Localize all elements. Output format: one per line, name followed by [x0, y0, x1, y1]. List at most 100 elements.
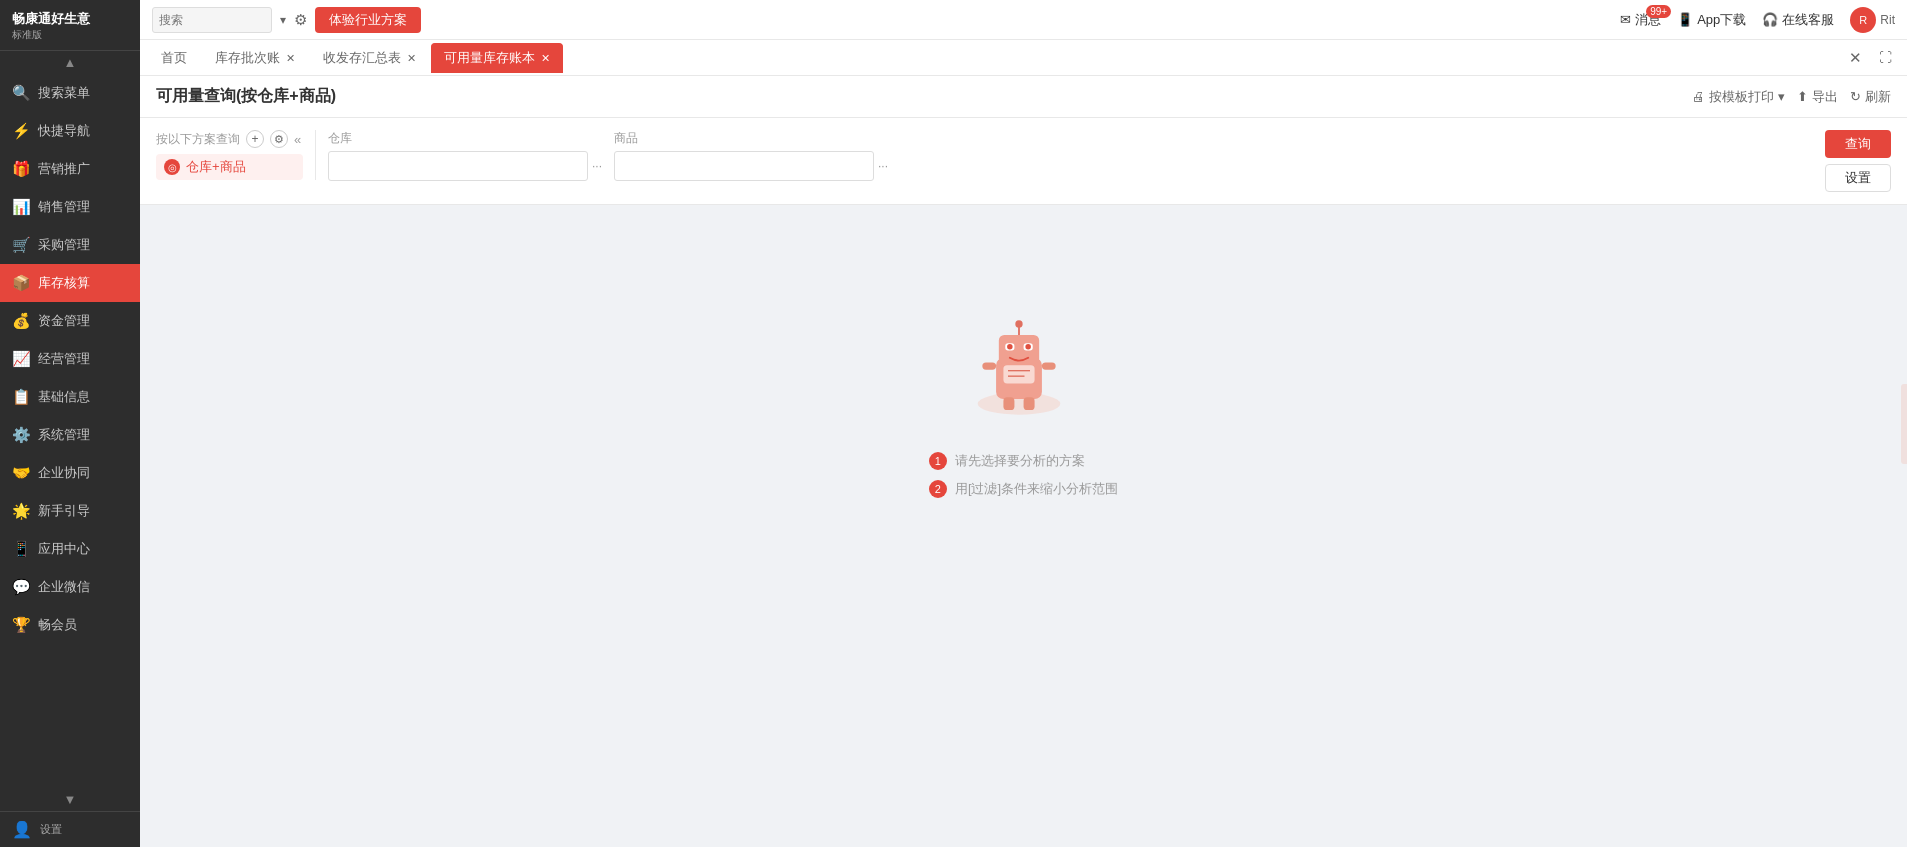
sidebar-item-wechat[interactable]: 💬 企业微信: [0, 568, 140, 606]
sidebar-scroll: 🔍 搜索菜单 ⚡ 快捷导航 🎁 营销推广 📊 销售管理 🛒 采购管理 📦 库存核…: [0, 74, 140, 788]
refresh-btn[interactable]: ↻ 刷新: [1850, 88, 1891, 106]
sidebar-item-label-membership: 畅会员: [38, 616, 77, 634]
product-more-icon[interactable]: ···: [878, 159, 888, 173]
svg-point-6: [1025, 344, 1031, 350]
trial-btn[interactable]: 体验行业方案: [315, 7, 421, 33]
tab-available[interactable]: 可用量库存账本 ✕: [431, 43, 563, 73]
main-area: ▾ ⚙ 体验行业方案 ✉ 99+ 消息 📱 App下载 🎧 在线客服 R Rit: [140, 0, 1907, 847]
membership-icon: 🏆: [12, 616, 30, 634]
wechat-icon: 💬: [12, 578, 30, 596]
sidebar-item-label-basics: 基础信息: [38, 388, 90, 406]
tab-bar-expand-btn[interactable]: ⛶: [1871, 44, 1899, 72]
sidebar-item-marketing[interactable]: 🎁 营销推广: [0, 150, 140, 188]
svg-rect-14: [1003, 397, 1014, 410]
message-icon: ✉: [1620, 12, 1631, 27]
sidebar-item-appstore[interactable]: 📱 应用中心: [0, 530, 140, 568]
topbar: ▾ ⚙ 体验行业方案 ✉ 99+ 消息 📱 App下载 🎧 在线客服 R Rit: [140, 0, 1907, 40]
settings-icon[interactable]: ⚙: [294, 11, 307, 29]
filter-scheme-label: 按以下方案查询 + ⚙ «: [156, 130, 303, 148]
page-header-actions: 🖨 按模板打印 ▾ ⬆ 导出 ↻ 刷新: [1692, 88, 1891, 106]
marketing-icon: 🎁: [12, 160, 30, 178]
tab-bar-close-btn[interactable]: ✕: [1841, 44, 1869, 72]
hint-text-2: 用[过滤]条件来缩小分析范围: [955, 480, 1118, 498]
print-chevron-icon: ▾: [1778, 89, 1785, 104]
tab-home[interactable]: 首页: [148, 43, 200, 73]
user-avatar: 👤: [12, 820, 32, 839]
query-btn[interactable]: 查询: [1825, 130, 1891, 158]
robot-container: [964, 312, 1084, 432]
tab-available-label: 可用量库存账本: [444, 49, 535, 67]
tab-home-label: 首页: [161, 49, 187, 67]
sidebar-item-finance[interactable]: 💰 资金管理: [0, 302, 140, 340]
scheme-settings-btn[interactable]: ⚙: [270, 130, 288, 148]
tab-batch-close[interactable]: ✕: [286, 52, 295, 65]
search-chevron-icon[interactable]: ▾: [280, 13, 286, 27]
scroll-indicator: [1901, 384, 1907, 464]
product-label: 商品: [614, 130, 888, 147]
user-profile-btn[interactable]: R Rit: [1850, 7, 1895, 33]
collab-icon: 🤝: [12, 464, 30, 482]
sidebar-item-purchase[interactable]: 🛒 采购管理: [0, 226, 140, 264]
sidebar-item-label-inventory: 库存核算: [38, 274, 90, 292]
online-service-btn[interactable]: 🎧 在线客服: [1762, 11, 1834, 29]
warehouse-input[interactable]: [328, 151, 588, 181]
system-icon: ⚙️: [12, 426, 30, 444]
sidebar: 畅康通好生意 标准版 ▲ 🔍 搜索菜单 ⚡ 快捷导航 🎁 营销推广 📊 销售管理…: [0, 0, 140, 847]
filter-actions: 查询 设置: [1825, 130, 1891, 192]
sidebar-item-inventory[interactable]: 📦 库存核算: [0, 264, 140, 302]
page-content: 可用量查询(按仓库+商品) 🖨 按模板打印 ▾ ⬆ 导出 ↻ 刷新: [140, 76, 1907, 847]
tab-summary-close[interactable]: ✕: [407, 52, 416, 65]
sidebar-item-search[interactable]: 🔍 搜索菜单: [0, 74, 140, 112]
sidebar-item-label-system: 系统管理: [38, 426, 90, 444]
tutorial-icon: 🌟: [12, 502, 30, 520]
sidebar-item-operations[interactable]: 📈 经营管理: [0, 340, 140, 378]
operations-icon: 📈: [12, 350, 30, 368]
app-name: 畅康通好生意: [12, 10, 128, 28]
svg-rect-10: [1041, 362, 1055, 369]
add-scheme-btn[interactable]: +: [246, 130, 264, 148]
hint-num-1: 1: [929, 452, 947, 470]
appstore-icon: 📱: [12, 540, 30, 558]
sales-icon: 📊: [12, 198, 30, 216]
refresh-icon: ↻: [1850, 89, 1861, 104]
warehouse-label: 仓库: [328, 130, 602, 147]
print-btn[interactable]: 🖨 按模板打印 ▾: [1692, 88, 1785, 106]
sidebar-item-collab[interactable]: 🤝 企业协同: [0, 454, 140, 492]
sidebar-item-label-purchase: 采购管理: [38, 236, 90, 254]
svg-rect-15: [1023, 397, 1034, 410]
empty-state: 1 请先选择要分析的方案 2 用[过滤]条件来缩小分析范围: [140, 205, 1907, 605]
svg-rect-11: [1003, 365, 1034, 383]
collapse-btn[interactable]: «: [294, 132, 301, 147]
print-label: 按模板打印: [1709, 88, 1774, 106]
search-input[interactable]: [152, 7, 272, 33]
print-icon: 🖨: [1692, 89, 1705, 104]
sidebar-item-sales[interactable]: 📊 销售管理: [0, 188, 140, 226]
warehouse-more-icon[interactable]: ···: [592, 159, 602, 173]
filter-settings-btn[interactable]: 设置: [1825, 164, 1891, 192]
scroll-down-btn[interactable]: ▼: [0, 788, 140, 811]
phone-icon: 📱: [1677, 12, 1693, 27]
purchase-icon: 🛒: [12, 236, 30, 254]
sidebar-item-membership[interactable]: 🏆 畅会员: [0, 606, 140, 644]
product-input[interactable]: [614, 151, 874, 181]
product-field: 商品 ···: [614, 130, 888, 181]
scheme-item[interactable]: ◎ 仓库+商品: [156, 154, 303, 180]
sidebar-item-label-marketing: 营销推广: [38, 160, 90, 178]
scroll-up-btn[interactable]: ▲: [0, 51, 140, 74]
scheme-item-icon: ◎: [164, 159, 180, 175]
tab-batch[interactable]: 库存批次账 ✕: [202, 43, 308, 73]
tab-available-close[interactable]: ✕: [541, 52, 550, 65]
svg-rect-9: [982, 362, 996, 369]
message-btn[interactable]: ✉ 99+ 消息: [1620, 11, 1661, 29]
sidebar-item-basics[interactable]: 📋 基础信息: [0, 378, 140, 416]
export-btn[interactable]: ⬆ 导出: [1797, 88, 1838, 106]
sidebar-item-label-sales: 销售管理: [38, 198, 90, 216]
sidebar-item-label-tutorial: 新手引导: [38, 502, 90, 520]
tabs-bar: 首页 库存批次账 ✕ 收发存汇总表 ✕ 可用量库存账本 ✕ ✕ ⛶: [140, 40, 1907, 76]
sidebar-item-shortcuts[interactable]: ⚡ 快捷导航: [0, 112, 140, 150]
sidebar-item-label-appstore: 应用中心: [38, 540, 90, 558]
sidebar-item-tutorial[interactable]: 🌟 新手引导: [0, 492, 140, 530]
tab-summary[interactable]: 收发存汇总表 ✕: [310, 43, 429, 73]
sidebar-item-system[interactable]: ⚙️ 系统管理: [0, 416, 140, 454]
app-download-btn[interactable]: 📱 App下载: [1677, 11, 1746, 29]
